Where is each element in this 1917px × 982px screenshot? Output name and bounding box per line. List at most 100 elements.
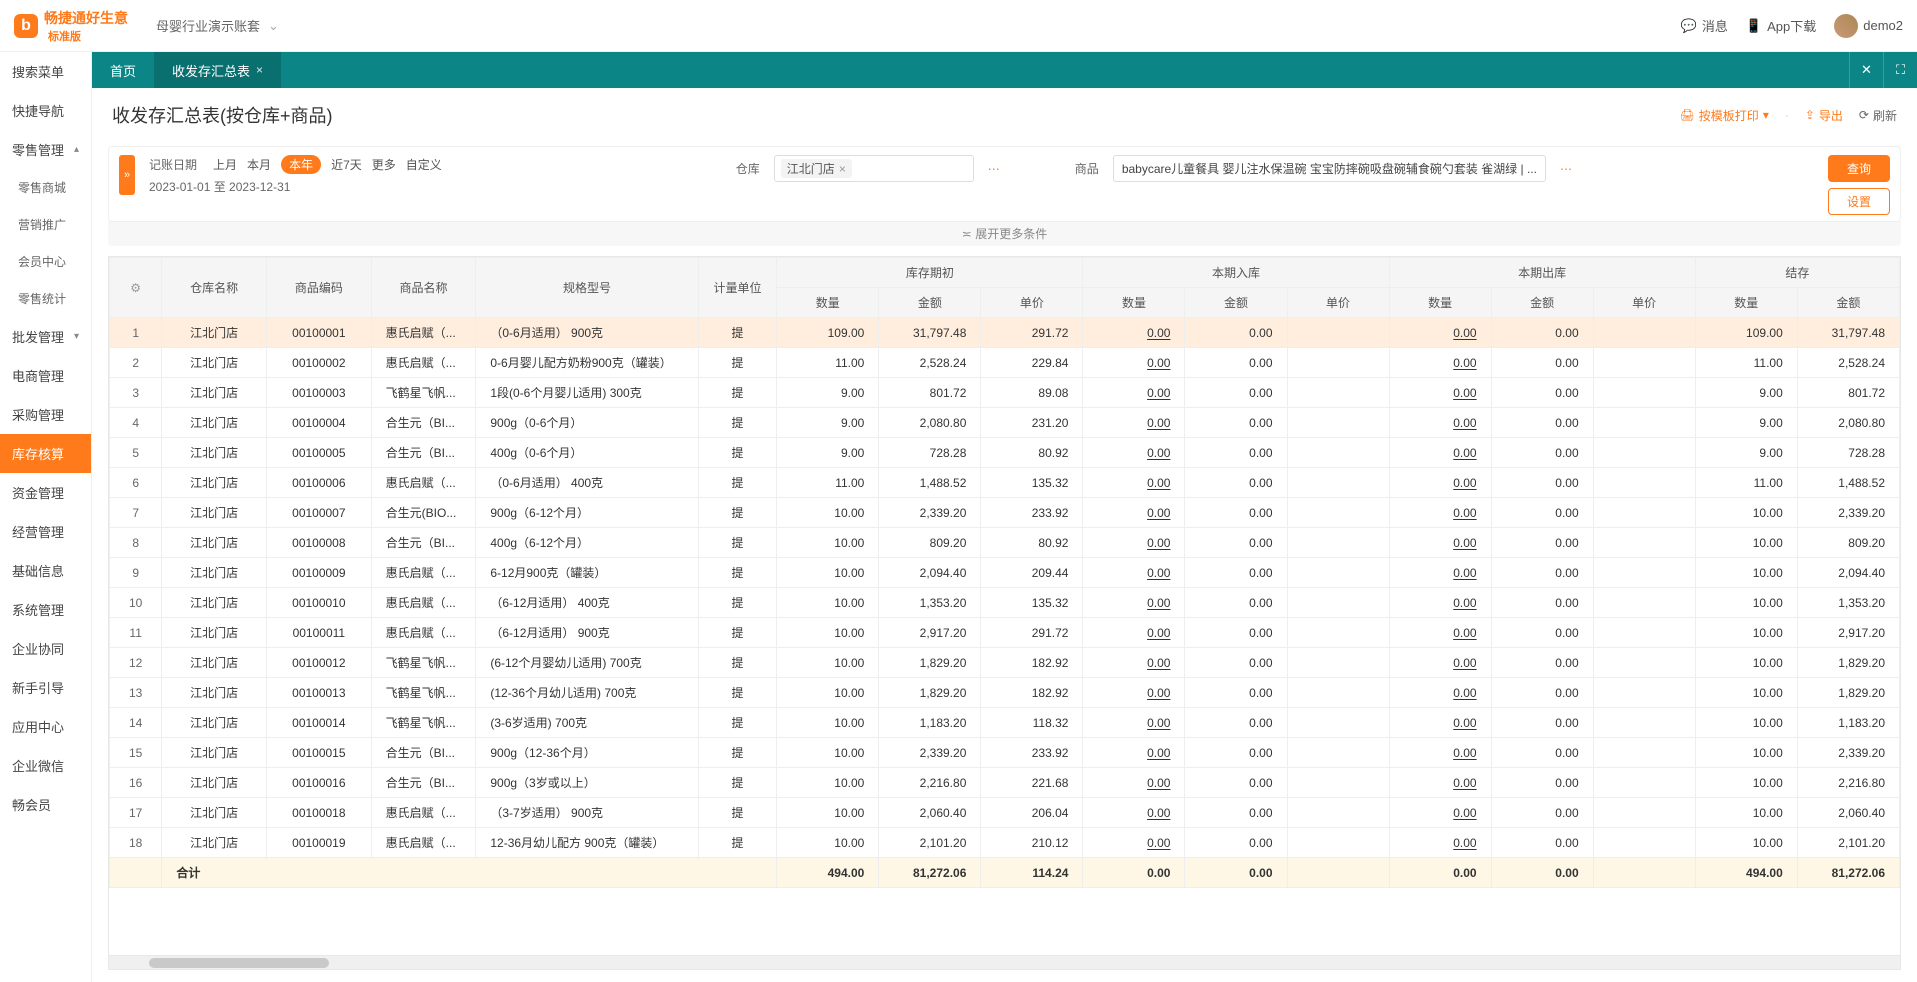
out-qty-link[interactable]: 0.00 <box>1453 476 1476 490</box>
in-qty-link[interactable]: 0.00 <box>1147 776 1170 790</box>
out-qty-link[interactable]: 0.00 <box>1453 536 1476 550</box>
preset-more[interactable]: 更多 <box>372 156 396 173</box>
table-row[interactable]: 10江北门店00100010惠氏启赋（...（6-12月适用） 400克提10.… <box>110 588 1900 618</box>
preset-custom[interactable]: 自定义 <box>406 156 442 173</box>
column-settings[interactable]: ⚙ <box>110 258 162 318</box>
sidebar-item[interactable]: 新手引导 <box>0 668 91 707</box>
chip-remove-icon[interactable]: × <box>839 162 846 176</box>
out-qty-link[interactable]: 0.00 <box>1453 446 1476 460</box>
export-button[interactable]: ⇪导出 <box>1805 107 1843 124</box>
out-qty-link[interactable]: 0.00 <box>1453 776 1476 790</box>
table-row[interactable]: 7江北门店00100007合生元(BIO...900g（6-12个月）提10.0… <box>110 498 1900 528</box>
org-selector[interactable]: 母婴行业演示账套 ⌄ <box>156 16 279 35</box>
out-qty-link[interactable]: 0.00 <box>1453 506 1476 520</box>
in-qty-link[interactable]: 0.00 <box>1147 386 1170 400</box>
table-row[interactable]: 18江北门店00100019惠氏启赋（...12-36月幼儿配方 900克（罐装… <box>110 828 1900 858</box>
table-row[interactable]: 5江北门店00100005合生元（BI...400g（0-6个月）提9.0072… <box>110 438 1900 468</box>
refresh-button[interactable]: ⟳刷新 <box>1859 107 1897 124</box>
sidebar-item[interactable]: 零售管理▴ <box>0 130 91 169</box>
sidebar-item[interactable]: 采购管理 <box>0 395 91 434</box>
warehouse-input[interactable]: 江北门店× <box>774 155 974 182</box>
sidebar-item[interactable]: 畅会员 <box>0 785 91 824</box>
collapse-filter-button[interactable]: » <box>119 155 135 195</box>
preset-prev-month[interactable]: 上月 <box>213 156 237 173</box>
sidebar-item[interactable]: 应用中心 <box>0 707 91 746</box>
out-qty-link[interactable]: 0.00 <box>1453 836 1476 850</box>
in-qty-link[interactable]: 0.00 <box>1147 446 1170 460</box>
out-qty-link[interactable]: 0.00 <box>1453 566 1476 580</box>
sidebar-item[interactable]: 经营管理 <box>0 512 91 551</box>
table-row[interactable]: 16江北门店00100016合生元（BI...900g（3岁或以上）提10.00… <box>110 768 1900 798</box>
in-qty-link[interactable]: 0.00 <box>1147 566 1170 580</box>
in-qty-link[interactable]: 0.00 <box>1147 596 1170 610</box>
out-qty-link[interactable]: 0.00 <box>1453 806 1476 820</box>
in-qty-link[interactable]: 0.00 <box>1147 656 1170 670</box>
in-qty-link[interactable]: 0.00 <box>1147 536 1170 550</box>
in-qty-link[interactable]: 0.00 <box>1147 806 1170 820</box>
sidebar-subitem[interactable]: 会员中心 <box>0 243 91 280</box>
out-qty-link[interactable]: 0.00 <box>1453 716 1476 730</box>
sidebar-subitem[interactable]: 零售统计 <box>0 280 91 317</box>
table-row[interactable]: 12江北门店00100012飞鹤星飞帆...(6-12个月婴幼儿适用) 700克… <box>110 648 1900 678</box>
out-qty-link[interactable]: 0.00 <box>1453 746 1476 760</box>
table-row[interactable]: 11江北门店00100011惠氏启赋（...（6-12月适用） 900克提10.… <box>110 618 1900 648</box>
sidebar-item[interactable]: 批发管理▾ <box>0 317 91 356</box>
horizontal-scrollbar[interactable] <box>108 956 1901 970</box>
tab-home[interactable]: 首页 <box>92 52 154 88</box>
tab-report[interactable]: 收发存汇总表× <box>154 52 281 88</box>
sidebar-item[interactable]: 基础信息 <box>0 551 91 590</box>
in-qty-link[interactable]: 0.00 <box>1147 836 1170 850</box>
in-qty-link[interactable]: 0.00 <box>1147 326 1170 340</box>
table-row[interactable]: 3江北门店00100003飞鹤星飞帆...1段(0-6个月婴儿适用) 300克提… <box>110 378 1900 408</box>
app-download-link[interactable]: 📱App下载 <box>1746 16 1816 35</box>
table-row[interactable]: 14江北门店00100014飞鹤星飞帆...(3-6岁适用) 700克提10.0… <box>110 708 1900 738</box>
out-qty-link[interactable]: 0.00 <box>1453 686 1476 700</box>
sidebar-item[interactable]: 系统管理 <box>0 590 91 629</box>
table-row[interactable]: 15江北门店00100015合生元（BI...900g（12-36个月）提10.… <box>110 738 1900 768</box>
query-button[interactable]: 查询 <box>1828 155 1890 182</box>
sidebar-item[interactable]: 资金管理 <box>0 473 91 512</box>
in-qty-link[interactable]: 0.00 <box>1147 686 1170 700</box>
fullscreen-icon[interactable]: ⛶ <box>1883 52 1917 88</box>
messages-link[interactable]: 💬消息 <box>1681 16 1728 35</box>
goods-input[interactable]: babycare儿童餐具 婴儿注水保温碗 宝宝防摔碗吸盘碗辅食碗勺套装 雀湖绿 … <box>1113 155 1546 182</box>
table-row[interactable]: 2江北门店00100002惠氏启赋（...0-6月婴儿配方奶粉900克（罐装）提… <box>110 348 1900 378</box>
user-menu[interactable]: demo2 <box>1834 14 1903 38</box>
in-qty-link[interactable]: 0.00 <box>1147 746 1170 760</box>
table-row[interactable]: 8江北门店00100008合生元（BI...400g（6-12个月）提10.00… <box>110 528 1900 558</box>
out-qty-link[interactable]: 0.00 <box>1453 416 1476 430</box>
print-button[interactable]: 🖨按模板打印▾ <box>1680 107 1769 124</box>
table-row[interactable]: 4江北门店00100004合生元（BI...900g（0-6个月）提9.002,… <box>110 408 1900 438</box>
tabs-close-icon[interactable]: ✕ <box>1849 52 1883 88</box>
out-qty-link[interactable]: 0.00 <box>1453 626 1476 640</box>
scroll-thumb[interactable] <box>149 958 329 968</box>
out-qty-link[interactable]: 0.00 <box>1453 596 1476 610</box>
in-qty-link[interactable]: 0.00 <box>1147 626 1170 640</box>
in-qty-link[interactable]: 0.00 <box>1147 506 1170 520</box>
expand-conditions[interactable]: ≍ 展开更多条件 <box>108 221 1901 246</box>
sidebar-item[interactable]: 库存核算 <box>0 434 91 473</box>
table-row[interactable]: 17江北门店00100018惠氏启赋（...（3-7岁适用） 900克提10.0… <box>110 798 1900 828</box>
sidebar-subitem[interactable]: 零售商城 <box>0 169 91 206</box>
out-qty-link[interactable]: 0.00 <box>1453 656 1476 670</box>
data-grid[interactable]: ⚙ 仓库名称 商品编码 商品名称 规格型号 计量单位 库存期初 本期入库 本期出… <box>108 256 1901 956</box>
preset-this-month[interactable]: 本月 <box>247 156 271 173</box>
sidebar-item[interactable]: 企业微信 <box>0 746 91 785</box>
settings-button[interactable]: 设置 <box>1828 188 1890 215</box>
preset-this-year[interactable]: 本年 <box>281 155 321 174</box>
sidebar-item[interactable]: 快捷导航 <box>0 91 91 130</box>
out-qty-link[interactable]: 0.00 <box>1453 326 1476 340</box>
sidebar-item[interactable]: 企业协同 <box>0 629 91 668</box>
in-qty-link[interactable]: 0.00 <box>1147 356 1170 370</box>
sidebar-item[interactable]: 搜索菜单 <box>0 52 91 91</box>
out-qty-link[interactable]: 0.00 <box>1453 386 1476 400</box>
out-qty-link[interactable]: 0.00 <box>1453 356 1476 370</box>
table-row[interactable]: 9江北门店00100009惠氏启赋（...6-12月900克（罐装）提10.00… <box>110 558 1900 588</box>
table-row[interactable]: 13江北门店00100013飞鹤星飞帆...(12-36个月幼儿适用) 700克… <box>110 678 1900 708</box>
table-row[interactable]: 1江北门店00100001惠氏启赋（...（0-6月适用） 900克提109.0… <box>110 318 1900 348</box>
goods-picker-icon[interactable]: ⋯ <box>1560 162 1573 176</box>
in-qty-link[interactable]: 0.00 <box>1147 716 1170 730</box>
table-row[interactable]: 6江北门店00100006惠氏启赋（...（0-6月适用） 400克提11.00… <box>110 468 1900 498</box>
warehouse-picker-icon[interactable]: ⋯ <box>988 162 1001 176</box>
in-qty-link[interactable]: 0.00 <box>1147 476 1170 490</box>
